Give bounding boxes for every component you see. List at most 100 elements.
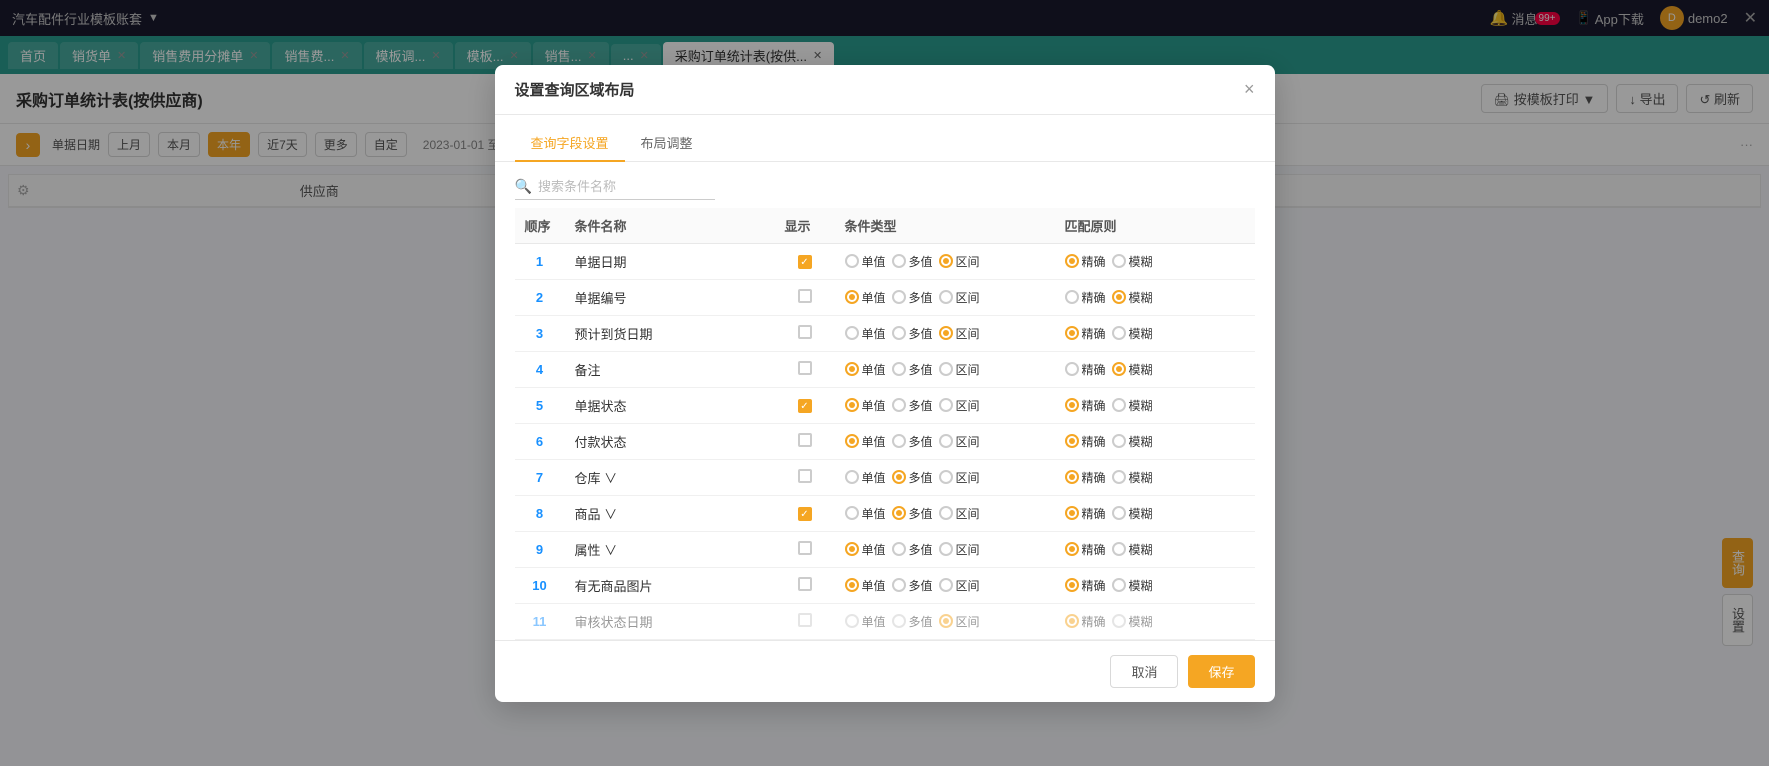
radio-circle — [892, 326, 906, 340]
match-radio-精确[interactable]: 精确 — [1065, 361, 1106, 378]
type-radio-区间[interactable]: 区间 — [939, 433, 980, 450]
row-match: 精确模糊 — [1055, 423, 1255, 459]
dialog-tab-layout[interactable]: 布局调整 — [625, 125, 709, 162]
save-btn[interactable]: 保存 — [1188, 655, 1254, 688]
type-radio-单值[interactable]: 单值 — [845, 361, 886, 378]
type-radio-多值[interactable]: 多值 — [892, 253, 933, 270]
display-checkbox[interactable] — [798, 469, 812, 483]
match-radio-模糊[interactable]: 模糊 — [1112, 577, 1153, 594]
type-radio-单值[interactable]: 单值 — [845, 253, 886, 270]
display-checkbox[interactable] — [798, 613, 812, 627]
display-checkbox[interactable] — [798, 325, 812, 339]
match-radio-精确[interactable]: 精确 — [1065, 613, 1106, 630]
th-name: 条件名称 — [565, 208, 775, 244]
radio-circle — [939, 326, 953, 340]
type-radio-多值[interactable]: 多值 — [892, 469, 933, 486]
type-radio-区间[interactable]: 区间 — [939, 253, 980, 270]
radio-circle — [845, 290, 859, 304]
type-radio-区间[interactable]: 区间 — [939, 397, 980, 414]
display-checkbox[interactable] — [798, 361, 812, 375]
type-radio-区间[interactable]: 区间 — [939, 505, 980, 522]
row-display[interactable] — [775, 567, 835, 603]
match-radio-模糊[interactable]: 模糊 — [1112, 613, 1153, 630]
row-display[interactable]: ✓ — [775, 387, 835, 423]
row-display[interactable] — [775, 531, 835, 567]
match-radio-模糊[interactable]: 模糊 — [1112, 325, 1153, 342]
display-checkbox[interactable]: ✓ — [798, 507, 812, 521]
type-radio-区间[interactable]: 区间 — [939, 613, 980, 630]
match-radio-精确[interactable]: 精确 — [1065, 469, 1106, 486]
match-radio-模糊[interactable]: 模糊 — [1112, 253, 1153, 270]
search-input[interactable] — [538, 179, 698, 194]
match-radio-精确[interactable]: 精确 — [1065, 253, 1106, 270]
match-radio-模糊[interactable]: 模糊 — [1112, 433, 1153, 450]
table-row: 1单据日期✓单值多值区间精确模糊 — [515, 243, 1255, 279]
match-radio-精确[interactable]: 精确 — [1065, 577, 1106, 594]
row-display[interactable] — [775, 279, 835, 315]
type-radio-区间[interactable]: 区间 — [939, 289, 980, 306]
type-radio-区间[interactable]: 区间 — [939, 541, 980, 558]
row-display[interactable] — [775, 423, 835, 459]
type-radio-单值[interactable]: 单值 — [845, 433, 886, 450]
type-radio-单值[interactable]: 单值 — [845, 541, 886, 558]
row-display[interactable]: ✓ — [775, 243, 835, 279]
type-radio-多值[interactable]: 多值 — [892, 541, 933, 558]
radio-circle — [892, 578, 906, 592]
type-radio-多值[interactable]: 多值 — [892, 613, 933, 630]
radio-circle — [892, 614, 906, 628]
type-radio-单值[interactable]: 单值 — [845, 505, 886, 522]
match-radio-模糊[interactable]: 模糊 — [1112, 541, 1153, 558]
match-radio-精确[interactable]: 精确 — [1065, 541, 1106, 558]
row-display[interactable] — [775, 603, 835, 639]
type-radio-区间[interactable]: 区间 — [939, 325, 980, 342]
match-radio-精确[interactable]: 精确 — [1065, 325, 1106, 342]
display-checkbox[interactable] — [798, 289, 812, 303]
type-radio-单值[interactable]: 单值 — [845, 289, 886, 306]
row-match: 精确模糊 — [1055, 531, 1255, 567]
dialog-close-btn[interactable]: × — [1244, 80, 1255, 98]
row-display[interactable] — [775, 315, 835, 351]
type-radio-多值[interactable]: 多值 — [892, 397, 933, 414]
match-radio-模糊[interactable]: 模糊 — [1112, 397, 1153, 414]
match-radio-精确[interactable]: 精确 — [1065, 433, 1106, 450]
radio-circle — [1112, 254, 1126, 268]
row-display[interactable]: ✓ — [775, 495, 835, 531]
radio-circle — [939, 398, 953, 412]
match-radio-模糊[interactable]: 模糊 — [1112, 505, 1153, 522]
type-radio-多值[interactable]: 多值 — [892, 433, 933, 450]
match-radio-精确[interactable]: 精确 — [1065, 397, 1106, 414]
cancel-btn[interactable]: 取消 — [1110, 655, 1178, 688]
type-radio-多值[interactable]: 多值 — [892, 361, 933, 378]
type-radio-单值[interactable]: 单值 — [845, 613, 886, 630]
display-checkbox[interactable] — [798, 541, 812, 555]
display-checkbox[interactable]: ✓ — [798, 255, 812, 269]
match-radio-模糊[interactable]: 模糊 — [1112, 361, 1153, 378]
table-row: 10有无商品图片单值多值区间精确模糊 — [515, 567, 1255, 603]
type-radio-区间[interactable]: 区间 — [939, 361, 980, 378]
type-radio-多值[interactable]: 多值 — [892, 577, 933, 594]
radio-circle — [892, 470, 906, 484]
th-order: 顺序 — [515, 208, 565, 244]
row-display[interactable] — [775, 459, 835, 495]
type-radio-多值[interactable]: 多值 — [892, 289, 933, 306]
match-radio-精确[interactable]: 精确 — [1065, 505, 1106, 522]
type-radio-单值[interactable]: 单值 — [845, 577, 886, 594]
display-checkbox[interactable] — [798, 433, 812, 447]
match-radio-模糊[interactable]: 模糊 — [1112, 289, 1153, 306]
radio-circle — [892, 254, 906, 268]
radio-circle — [1065, 254, 1079, 268]
type-radio-多值[interactable]: 多值 — [892, 325, 933, 342]
match-radio-模糊[interactable]: 模糊 — [1112, 469, 1153, 486]
type-radio-单值[interactable]: 单值 — [845, 469, 886, 486]
type-radio-区间[interactable]: 区间 — [939, 469, 980, 486]
match-radio-精确[interactable]: 精确 — [1065, 289, 1106, 306]
type-radio-区间[interactable]: 区间 — [939, 577, 980, 594]
type-radio-单值[interactable]: 单值 — [845, 325, 886, 342]
display-checkbox[interactable] — [798, 577, 812, 591]
type-radio-多值[interactable]: 多值 — [892, 505, 933, 522]
row-display[interactable] — [775, 351, 835, 387]
display-checkbox[interactable]: ✓ — [798, 399, 812, 413]
type-radio-单值[interactable]: 单值 — [845, 397, 886, 414]
radio-circle — [1065, 470, 1079, 484]
dialog-tab-fields[interactable]: 查询字段设置 — [515, 125, 625, 162]
